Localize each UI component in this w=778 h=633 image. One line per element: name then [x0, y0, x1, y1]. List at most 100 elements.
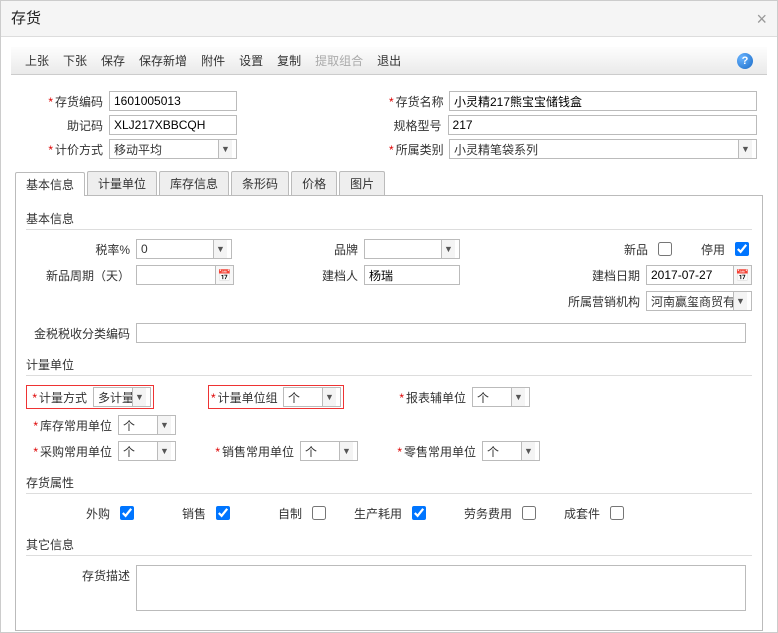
spec-input[interactable] [448, 115, 757, 135]
basic-section-title: 基本信息 [26, 210, 752, 227]
spec-label: 规格型号 [389, 117, 448, 134]
toolbar-6[interactable]: 复制 [277, 47, 301, 75]
selfmade-checkbox[interactable] [312, 506, 326, 520]
tax-select[interactable]: 0 ▼ [136, 239, 232, 259]
header-form: 存货编码 存货名称 助记码 规格型号 计价方式 移动平均 [1, 81, 777, 167]
toolbar-5[interactable]: 设置 [239, 47, 263, 75]
unit-mode-label: 计量方式 [29, 389, 93, 406]
labor-checkbox[interactable] [522, 506, 536, 520]
toolbar-1[interactable]: 下张 [63, 47, 87, 75]
inventory-dialog: 存货 × 上张下张保存保存新增附件设置复制提取组合退出 ? 存货编码 存货名称 … [0, 0, 778, 633]
retail-unit-select[interactable]: 个 ▼ [482, 441, 540, 461]
tabs: 基本信息计量单位库存信息条形码价格图片 [15, 171, 763, 196]
outsource-checkbox[interactable] [120, 506, 134, 520]
creator-input[interactable] [364, 265, 460, 285]
unit-group-label: 计量单位组 [211, 389, 283, 406]
desc-label: 存货描述 [26, 565, 136, 584]
chevron-down-icon: ▼ [441, 240, 455, 258]
category-label: 所属类别 [389, 141, 449, 158]
org-label: 所属营销机构 [564, 293, 646, 310]
chevron-down-icon: ▼ [521, 442, 535, 460]
titlebar: 存货 × [1, 1, 777, 37]
createdate-label: 建档日期 [584, 267, 646, 284]
chevron-down-icon: ▼ [157, 416, 171, 434]
chevron-down-icon: ▼ [511, 388, 525, 406]
category-select[interactable]: 小灵精笔袋系列 ▼ [449, 139, 757, 159]
tab-2[interactable]: 库存信息 [159, 171, 229, 195]
chevron-down-icon: ▼ [157, 442, 171, 460]
code-label: 存货编码 [21, 93, 109, 110]
stock-unit-select[interactable]: 个 ▼ [118, 415, 176, 435]
brand-select[interactable]: ▼ [364, 239, 460, 259]
creator-label: 建档人 [304, 267, 364, 284]
toolbar-7: 提取组合 [315, 47, 363, 75]
purchase-unit-select[interactable]: 个 ▼ [118, 441, 176, 461]
newflag-checkbox[interactable] [658, 242, 672, 256]
prodconsume-checkbox[interactable] [412, 506, 426, 520]
taxclass-label: 金税税收分类编码 [26, 325, 136, 342]
unit-section-title: 计量单位 [26, 356, 752, 373]
tax-label: 税率% [26, 241, 136, 258]
outsource-label: 外购 [86, 505, 116, 522]
sale-unit-label: 销售常用单位 [208, 443, 300, 460]
sale-unit-select[interactable]: 个 ▼ [300, 441, 358, 461]
toolbar-0[interactable]: 上张 [25, 47, 49, 75]
disable-label: 停用 [701, 241, 731, 258]
toolbar-3[interactable]: 保存新增 [139, 47, 187, 75]
unit-group-select[interactable]: 个 ▼ [283, 387, 341, 407]
calendar-icon[interactable]: 📅 [734, 265, 752, 285]
attr-section-title: 存货属性 [26, 474, 752, 491]
toolbar-8[interactable]: 退出 [377, 47, 401, 75]
toolbar-2[interactable]: 保存 [101, 47, 125, 75]
tab-1[interactable]: 计量单位 [87, 171, 157, 195]
basic-panel: 基本信息 税率% 0 ▼ 品牌 ▼ 新品 停用 [15, 196, 763, 631]
org-select[interactable]: 河南赢玺商贸有限 ▼ [646, 291, 752, 311]
window-title: 存货 [11, 1, 41, 37]
chevron-down-icon: ▼ [733, 292, 747, 310]
chevron-down-icon: ▼ [339, 442, 353, 460]
brand-label: 品牌 [304, 241, 364, 258]
disable-checkbox[interactable] [735, 242, 749, 256]
name-input[interactable] [449, 91, 757, 111]
kit-checkbox[interactable] [610, 506, 624, 520]
reportaux-select[interactable]: 个 ▼ [472, 387, 530, 407]
tab-4[interactable]: 价格 [291, 171, 337, 195]
retail-unit-label: 零售常用单位 [390, 443, 482, 460]
unit-group-highlight: 计量单位组 个 ▼ [208, 385, 344, 409]
labor-label: 劳务费用 [464, 505, 518, 522]
toolbar-4[interactable]: 附件 [201, 47, 225, 75]
sale-attr-label: 销售 [182, 505, 212, 522]
chevron-down-icon: ▼ [132, 388, 146, 406]
desc-textarea[interactable] [136, 565, 746, 611]
calendar-icon[interactable]: 📅 [216, 265, 234, 285]
selfmade-label: 自制 [278, 505, 308, 522]
tab-3[interactable]: 条形码 [231, 171, 289, 195]
toolbar: 上张下张保存保存新增附件设置复制提取组合退出 ? [11, 47, 767, 75]
tab-5[interactable]: 图片 [339, 171, 385, 195]
taxclass-input[interactable] [136, 323, 746, 343]
unit-mode-highlight: 计量方式 多计量 ▼ [26, 385, 154, 409]
chevron-down-icon: ▼ [218, 140, 232, 158]
newcycle-label: 新品周期（天） [26, 267, 136, 284]
sale-attr-checkbox[interactable] [216, 506, 230, 520]
mnemonic-input[interactable] [109, 115, 237, 135]
tab-0[interactable]: 基本信息 [15, 172, 85, 196]
prodconsume-label: 生产耗用 [354, 505, 408, 522]
name-label: 存货名称 [389, 93, 449, 110]
valuation-label: 计价方式 [21, 141, 109, 158]
valuation-select[interactable]: 移动平均 ▼ [109, 139, 237, 159]
newcycle-input[interactable] [136, 265, 216, 285]
chevron-down-icon: ▼ [738, 140, 752, 158]
chevron-down-icon: ▼ [213, 240, 227, 258]
chevron-down-icon: ▼ [322, 388, 336, 406]
kit-label: 成套件 [564, 505, 606, 522]
help-icon[interactable]: ? [737, 53, 753, 69]
other-section-title: 其它信息 [26, 536, 752, 553]
close-icon[interactable]: × [756, 1, 767, 37]
code-input[interactable] [109, 91, 237, 111]
reportaux-label: 报表辅单位 [390, 389, 472, 406]
createdate-input[interactable] [646, 265, 734, 285]
unit-mode-select[interactable]: 多计量 ▼ [93, 387, 151, 407]
newflag-label: 新品 [624, 241, 654, 258]
purchase-unit-label: 采购常用单位 [26, 443, 118, 460]
